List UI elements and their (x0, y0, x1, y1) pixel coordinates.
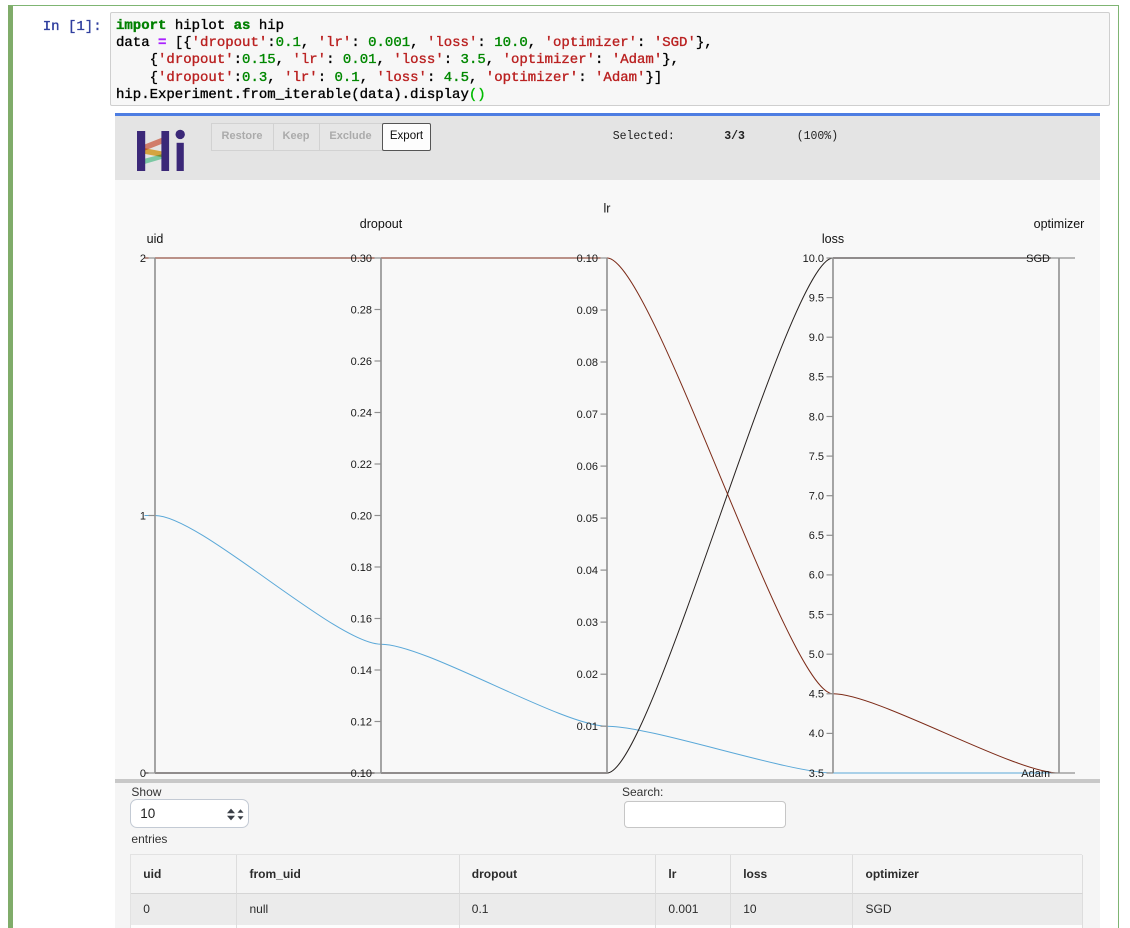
svg-text:0.28: 0.28 (351, 304, 372, 316)
svg-text:10.0: 10.0 (803, 253, 824, 265)
svg-text:9.5: 9.5 (809, 292, 824, 304)
svg-text:0.06: 0.06 (577, 461, 598, 473)
svg-text:5.0: 5.0 (809, 649, 824, 661)
svg-text:0.16: 0.16 (351, 613, 372, 625)
svg-text:8.5: 8.5 (809, 372, 824, 384)
svg-text:0: 0 (140, 768, 146, 778)
svg-text:0.20: 0.20 (351, 510, 372, 522)
svg-text:0.05: 0.05 (577, 513, 598, 525)
svg-text:0.08: 0.08 (577, 357, 598, 369)
svg-text:0.03: 0.03 (577, 617, 598, 629)
svg-text:7.5: 7.5 (809, 451, 824, 463)
svg-text:9.0: 9.0 (809, 332, 824, 344)
svg-text:0.14: 0.14 (351, 665, 372, 677)
svg-text:0.09: 0.09 (577, 305, 598, 317)
svg-text:2: 2 (140, 253, 146, 265)
svg-text:4.5: 4.5 (809, 689, 824, 701)
svg-text:6.5: 6.5 (809, 530, 824, 542)
svg-text:loss: loss (822, 232, 844, 246)
svg-text:lr: lr (604, 201, 611, 215)
svg-text:0.30: 0.30 (351, 253, 372, 265)
svg-text:3.5: 3.5 (809, 768, 824, 778)
svg-text:6.0: 6.0 (809, 570, 824, 582)
svg-text:7.0: 7.0 (809, 490, 824, 502)
svg-text:0.24: 0.24 (351, 407, 372, 419)
svg-text:0.01: 0.01 (577, 721, 598, 733)
svg-text:0.18: 0.18 (351, 562, 372, 574)
svg-text:4.0: 4.0 (809, 728, 824, 740)
svg-text:0.07: 0.07 (577, 409, 598, 421)
svg-text:0.04: 0.04 (577, 565, 598, 577)
svg-text:SGD: SGD (1026, 253, 1050, 265)
svg-text:0.10: 0.10 (577, 253, 598, 265)
svg-text:Adam: Adam (1021, 768, 1050, 778)
svg-text:uid: uid (147, 232, 164, 246)
svg-text:0.12: 0.12 (351, 716, 372, 728)
svg-text:0.02: 0.02 (577, 669, 598, 681)
svg-text:optimizer: optimizer (1034, 217, 1085, 231)
svg-text:5.5: 5.5 (809, 609, 824, 621)
svg-text:1: 1 (140, 510, 146, 522)
svg-text:0.26: 0.26 (351, 356, 372, 368)
svg-text:dropout: dropout (360, 217, 403, 231)
svg-text:0.10: 0.10 (351, 768, 372, 778)
svg-text:0.22: 0.22 (351, 459, 372, 471)
svg-text:8.0: 8.0 (809, 411, 824, 423)
